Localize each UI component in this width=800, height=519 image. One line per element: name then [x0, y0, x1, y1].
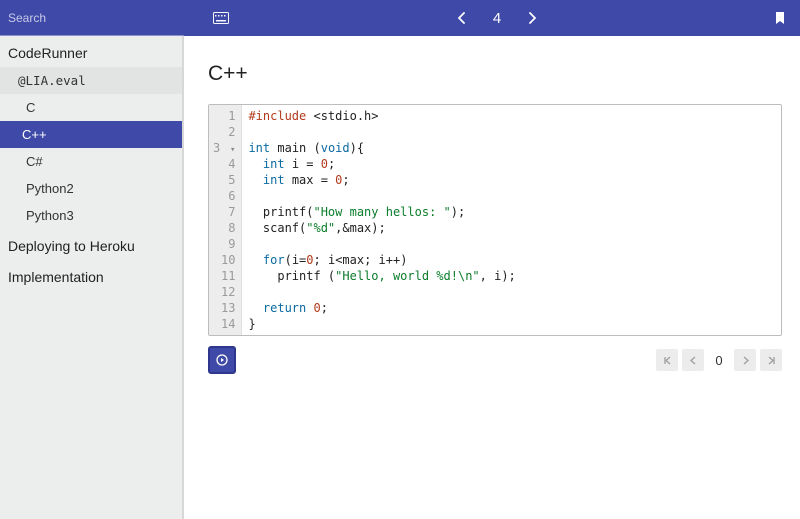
pager-first[interactable]: [656, 349, 678, 371]
next-page-button[interactable]: [519, 5, 545, 31]
pager-prev[interactable]: [682, 349, 704, 371]
search-input[interactable]: [8, 11, 176, 25]
code-line[interactable]: [248, 188, 775, 204]
code-line[interactable]: printf("How many hellos: ");: [248, 204, 775, 220]
code-line[interactable]: int i = 0;: [248, 156, 775, 172]
result-pager: 0: [656, 349, 782, 371]
bookmark-icon[interactable]: [760, 11, 800, 25]
code-line[interactable]: int main (void){: [248, 140, 775, 156]
sidebar-deploy[interactable]: Deploying to Heroku: [0, 229, 182, 260]
sidebar-heading: CodeRunner: [0, 36, 182, 67]
code-line[interactable]: for(i=0; i<max; i++): [248, 252, 775, 268]
sidebar-item-c[interactable]: C: [0, 94, 182, 121]
editor-code[interactable]: #include <stdio.h> int main (void){ int …: [242, 105, 781, 335]
code-line[interactable]: }: [248, 316, 775, 332]
keyboard-icon[interactable]: [208, 5, 234, 31]
run-button[interactable]: [208, 346, 236, 374]
prev-page-button[interactable]: [449, 5, 475, 31]
pager-last[interactable]: [760, 349, 782, 371]
sidebar-item-python3[interactable]: Python3: [0, 202, 182, 229]
pager-next[interactable]: [734, 349, 756, 371]
sidebar-item-c[interactable]: C#: [0, 148, 182, 175]
code-line[interactable]: printf ("Hello, world %d!\n", i);: [248, 268, 775, 284]
editor-gutter: 123 ▾4567891011121314: [209, 105, 242, 335]
code-line[interactable]: [248, 236, 775, 252]
search-box[interactable]: [0, 0, 184, 36]
code-line[interactable]: [248, 124, 775, 140]
page-number: 4: [489, 10, 505, 27]
sidebar-item-c[interactable]: C++: [0, 121, 182, 148]
code-line[interactable]: return 0;: [248, 300, 775, 316]
sidebar-impl[interactable]: Implementation: [0, 260, 182, 291]
code-editor[interactable]: 123 ▾4567891011121314 #include <stdio.h>…: [208, 104, 782, 336]
top-nav: 4: [234, 5, 760, 31]
pager-count: 0: [708, 349, 730, 371]
code-line[interactable]: [248, 284, 775, 300]
sidebar-eval[interactable]: @LIA.eval: [0, 67, 182, 94]
page-title: C++: [208, 62, 782, 86]
sidebar-item-python2[interactable]: Python2: [0, 175, 182, 202]
main-content: C++ 123 ▾4567891011121314 #include <stdi…: [184, 36, 800, 519]
code-line[interactable]: scanf("%d",&max);: [248, 220, 775, 236]
code-line[interactable]: int max = 0;: [248, 172, 775, 188]
code-line[interactable]: #include <stdio.h>: [248, 108, 775, 124]
sidebar: CodeRunner @LIA.eval CC++C#Python2Python…: [0, 36, 184, 519]
topbar: 4: [0, 0, 800, 36]
